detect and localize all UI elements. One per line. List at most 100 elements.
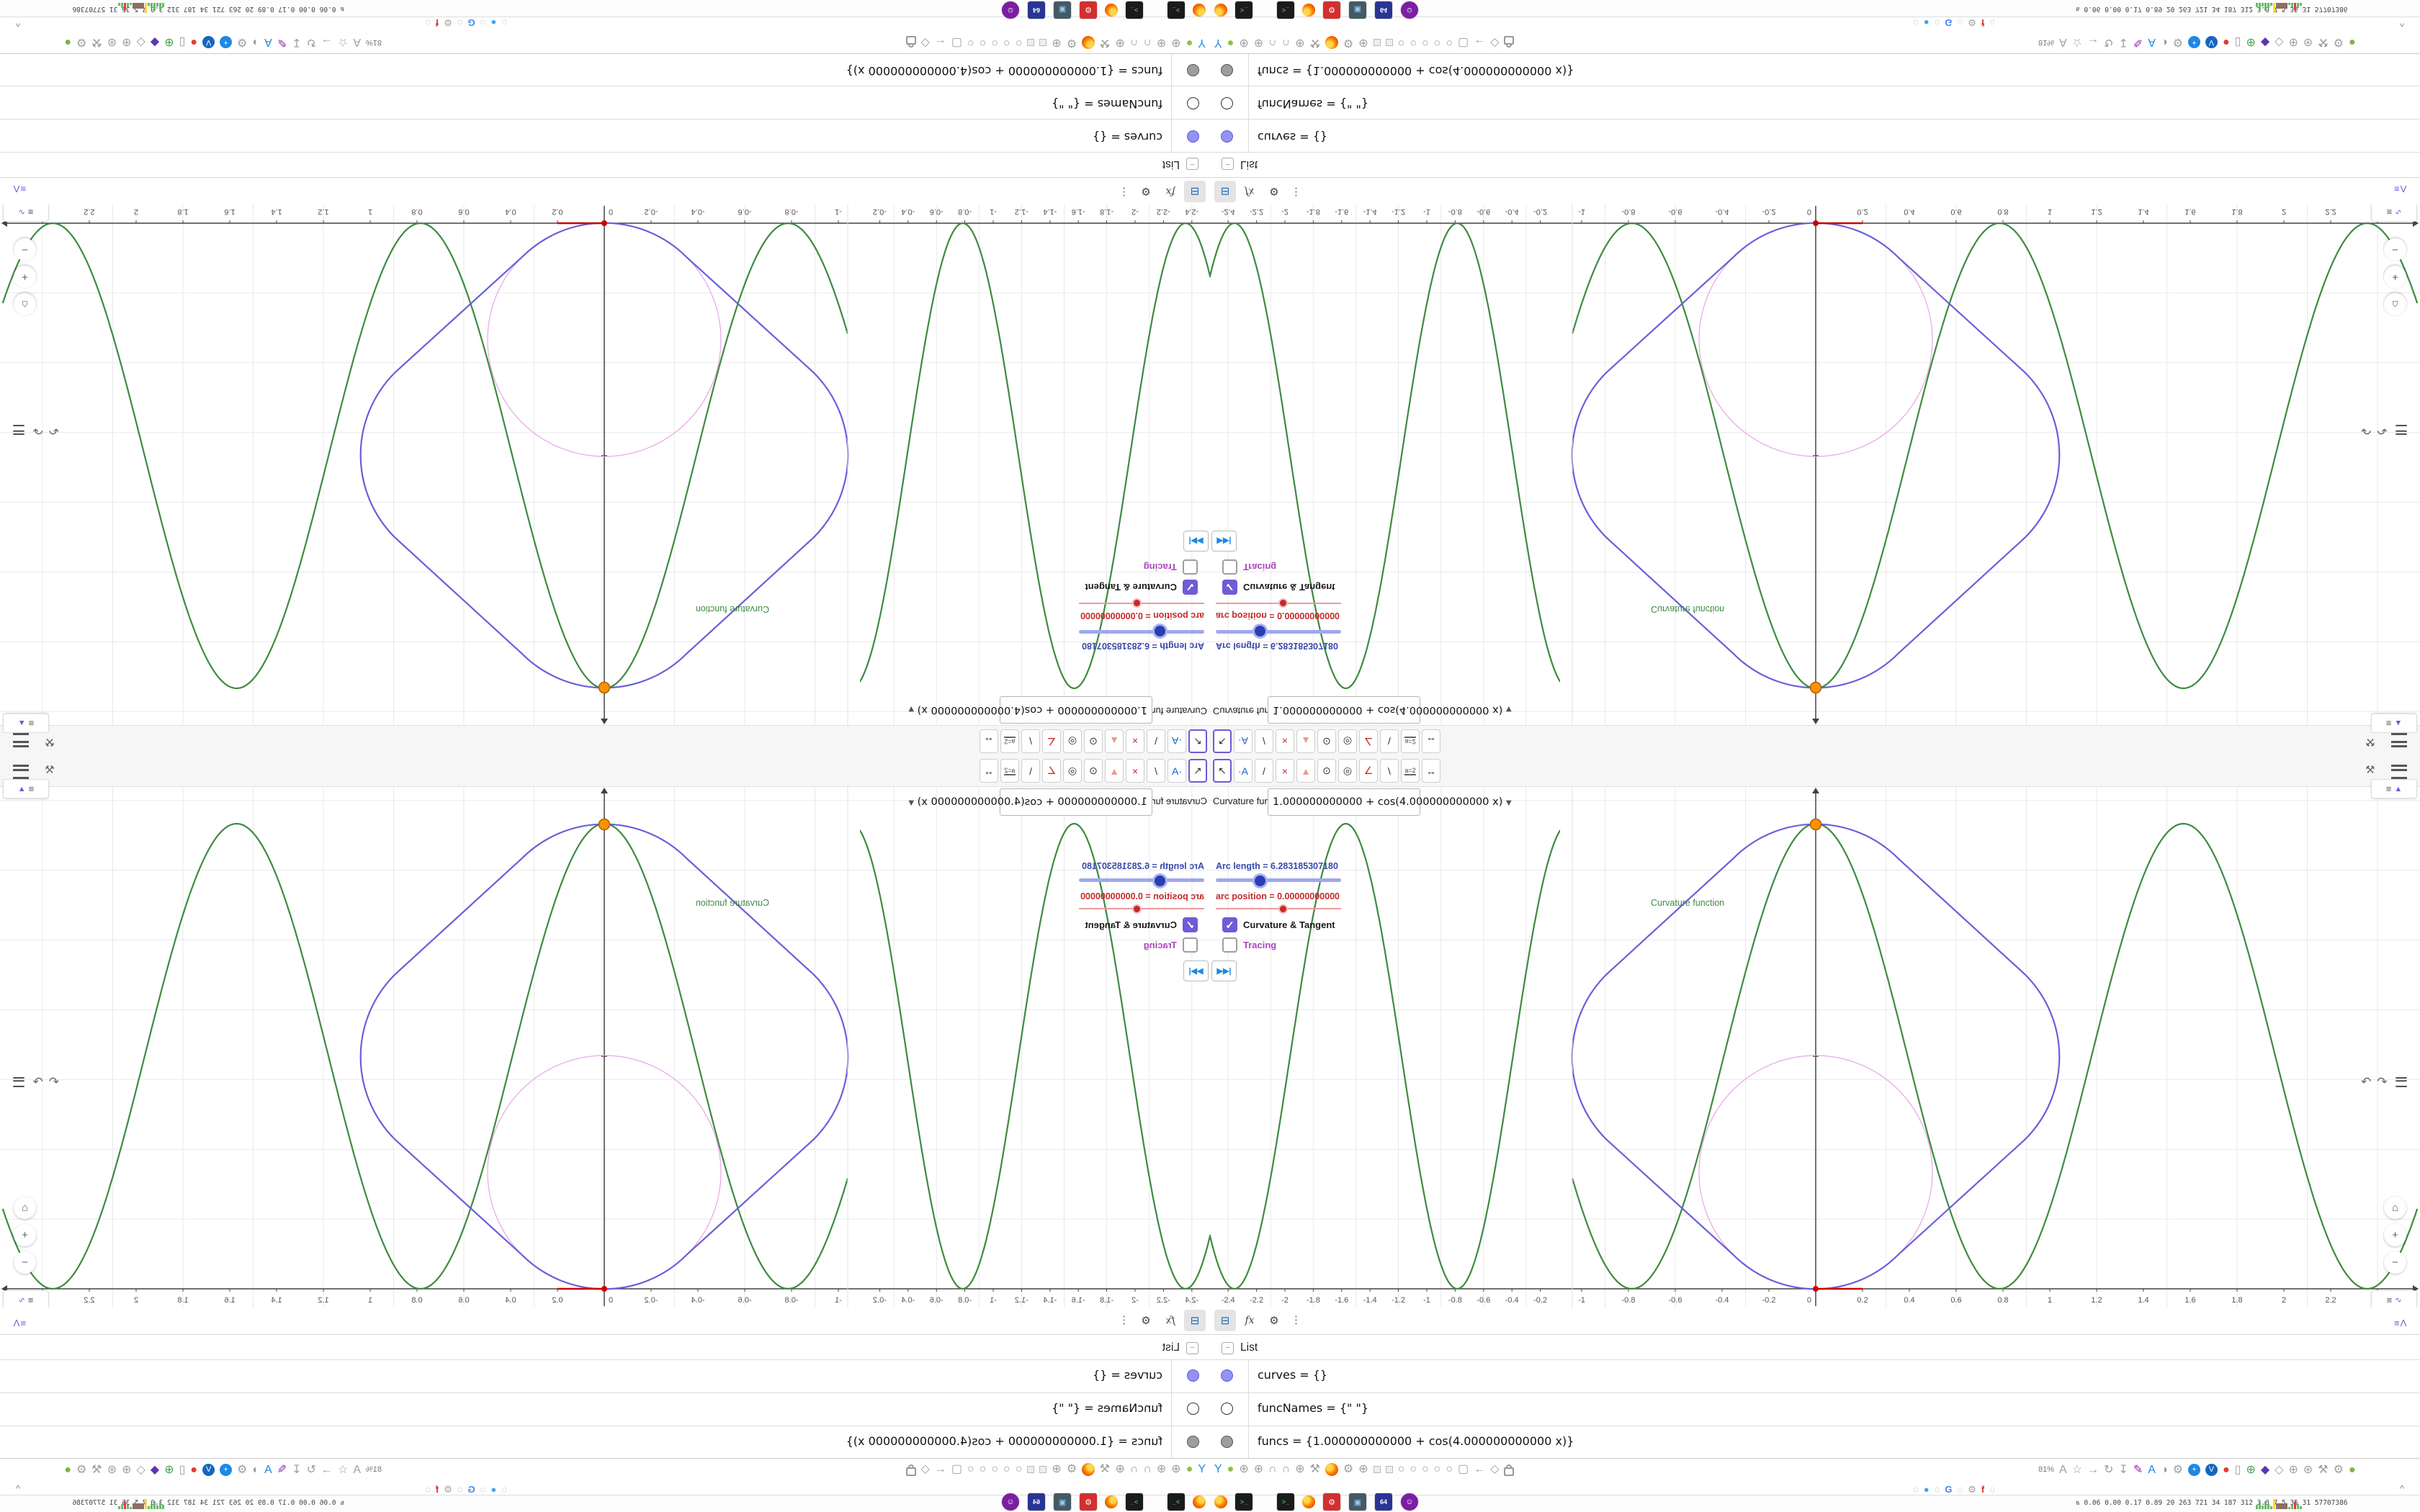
folder-icon[interactable]: ▢ [1458, 37, 1469, 49]
function-dropdown[interactable]: 1.000000000000 + cos(4.000000000000 x) ▼ [1268, 788, 1513, 816]
monitor-app-icon[interactable]: ▣ [1053, 1, 1072, 19]
zoom-in-button[interactable]: + [2384, 1224, 2406, 1246]
algebra-row-curves[interactable]: curves = {} [1210, 1359, 2420, 1392]
tracing-checkbox[interactable] [1222, 559, 1237, 575]
tab-square-icon[interactable] [1027, 1466, 1035, 1473]
algebra-row-funcNames[interactable]: funcNames = {" "} [1210, 1392, 2420, 1426]
ellipse-tool[interactable]: ◎ [1338, 729, 1357, 753]
bookmark-dashed-icon[interactable]: ◌ [1913, 1485, 1919, 1494]
arc-length-slider-thumb[interactable] [1152, 624, 1168, 639]
reload-icon[interactable]: ↻ [2104, 1464, 2113, 1476]
restore-graphics-button[interactable]: ≡ ▲ [2371, 714, 2417, 733]
globe-color-icon[interactable]: ⊕ [164, 1464, 174, 1476]
reflect-line-tool[interactable]: \ [1021, 759, 1040, 783]
arc-position-slider[interactable] [1079, 908, 1204, 909]
tree-view-button[interactable]: ⊟ [1214, 1310, 1236, 1331]
mask-app-icon[interactable]: ☺ [1001, 1, 1020, 19]
gear-icon[interactable]: ⚙ [76, 37, 86, 49]
circle-center-point-tool[interactable]: ⊙ [1084, 729, 1103, 753]
menu-hamburger-icon[interactable] [13, 425, 25, 435]
step-button[interactable]: ▶▶| [1211, 960, 1237, 981]
step-button[interactable]: ▶▶| [1183, 960, 1209, 981]
bookmark-dashed-icon[interactable]: ◌ [1935, 1485, 1940, 1494]
visibility-toggle[interactable] [1187, 1436, 1199, 1448]
visibility-toggle[interactable] [1221, 130, 1233, 143]
translate-icon[interactable]: A [353, 1464, 361, 1476]
globe-icon[interactable]: ⊕ [1157, 1463, 1166, 1475]
wrench-icon[interactable]: ⚒ [91, 37, 102, 49]
polygon-tool[interactable]: ▲ [1296, 729, 1315, 753]
forward-icon[interactable]: → [2087, 37, 2099, 49]
page-dot-icon[interactable]: ○ [1410, 37, 1417, 49]
bookmark-site-icon[interactable]: ● [490, 17, 496, 28]
move-view-tool[interactable]: ↔ [1422, 759, 1440, 783]
arc-length-slider-thumb[interactable] [1252, 873, 1268, 888]
thumbs-up-icon[interactable]: ⊛ [107, 1464, 117, 1476]
line-tool[interactable]: / [1147, 729, 1165, 753]
add-circle-icon[interactable]: + [2187, 1464, 2200, 1476]
zoom-level[interactable]: 81% [366, 1465, 382, 1474]
page-dot-icon[interactable]: ○ [1422, 1464, 1429, 1475]
point-tool[interactable]: ·A [1234, 729, 1252, 753]
gear-icon[interactable]: ⚙ [1343, 1464, 1353, 1475]
select-tool[interactable]: ↖ [1213, 759, 1232, 783]
undo-icon[interactable]: ↶ [49, 1075, 59, 1089]
hook-icon[interactable]: ∩ [1268, 37, 1277, 49]
bookmark-dashed-icon[interactable]: ◌ [1957, 1485, 1963, 1494]
zoom-level[interactable]: 81% [366, 38, 382, 47]
party-horn-icon[interactable]: Y [1198, 1463, 1206, 1475]
bookmark-gear-icon[interactable]: ⚙ [1968, 1485, 1976, 1494]
thumbs-up-icon[interactable]: ⊛ [107, 37, 117, 49]
thumbs-up-icon[interactable]: ⊛ [2303, 1464, 2313, 1476]
gear-icon[interactable]: ⚙ [237, 1464, 247, 1476]
move-view-tool[interactable]: ↔ [1422, 729, 1440, 753]
ellipse-tool[interactable]: ◎ [1063, 759, 1082, 783]
gear-icon[interactable]: ⚙ [76, 1464, 86, 1476]
ud-shield-icon[interactable]: ◆ [2261, 1464, 2269, 1476]
hook-icon[interactable]: ∩ [1130, 1463, 1139, 1475]
settings-app-icon[interactable]: ⚙ [1322, 1493, 1341, 1511]
geogebra-logo-icon[interactable]: ≡Λ [13, 1318, 26, 1328]
curvature-tangent-checkbox[interactable]: ✓ [1183, 917, 1198, 932]
bookmark-site-icon[interactable]: ● [490, 1484, 496, 1495]
visibility-toggle[interactable] [1221, 1403, 1233, 1415]
terminal-app-icon[interactable]: >_ [1125, 1, 1144, 19]
zoom-out-button[interactable]: − [2384, 1251, 2406, 1274]
page-dot-icon[interactable]: ○ [980, 1463, 987, 1475]
algebra-row-funcNames[interactable]: funcNames = {" "} [1210, 86, 2420, 120]
arc-position-slider-thumb[interactable] [1278, 904, 1288, 914]
folder-icon[interactable]: ▢ [1458, 1464, 1469, 1475]
hook-icon[interactable]: ∩ [1282, 1464, 1291, 1475]
curvature-tangent-checkbox[interactable]: ✓ [1222, 917, 1237, 932]
fx-button[interactable]: fx [1239, 1310, 1260, 1331]
bookmark-dashed-icon[interactable]: ◌ [457, 1484, 463, 1495]
bookmark-star-icon[interactable]: ☆ [2072, 37, 2082, 49]
perpendicular-line-tool[interactable]: × [1276, 759, 1294, 783]
home-button[interactable]: ⌂ [2384, 1197, 2406, 1219]
algebra-row-curves[interactable]: curves = {} [0, 1359, 1210, 1392]
collapse-button[interactable]: − [1186, 158, 1198, 171]
ud-shield-icon[interactable]: ◆ [2261, 37, 2269, 49]
reload-icon[interactable]: ↻ [307, 37, 316, 49]
angle-tool[interactable]: ∠ [1042, 759, 1061, 783]
tab-square-icon[interactable] [1039, 39, 1047, 46]
bookmark-f-icon[interactable]: f [1981, 1485, 1984, 1494]
shield-icon[interactable]: ◇ [2275, 37, 2283, 49]
globe-color-icon[interactable]: ⊕ [2246, 37, 2255, 49]
bookmark-dashed-icon[interactable]: ◌ [501, 17, 507, 28]
visibility-toggle[interactable] [1187, 64, 1199, 76]
arc-length-slider-thumb[interactable] [1252, 624, 1268, 639]
reflect-line-tool[interactable]: \ [1380, 729, 1399, 753]
globe-icon[interactable]: ⊕ [1157, 37, 1166, 49]
firefox-icon[interactable] [1325, 1463, 1338, 1476]
arc-length-slider[interactable] [1079, 878, 1204, 882]
hook-icon[interactable]: ∩ [1268, 1464, 1277, 1475]
record-icon[interactable]: ● [190, 1464, 197, 1476]
globe-icon[interactable]: ⊕ [1171, 37, 1180, 49]
floppy-app-icon[interactable]: 64 [1027, 1493, 1046, 1511]
function-dropdown[interactable]: 1.000000000000 + cos(4.000000000000 x) ▼ [907, 788, 1152, 816]
bookmark-f-icon[interactable]: f [436, 17, 439, 28]
gear-icon[interactable]: ⚙ [1067, 1463, 1077, 1475]
download-icon[interactable]: ↧ [2118, 37, 2128, 49]
wrench-icon[interactable]: ⚒ [1310, 1464, 1320, 1475]
